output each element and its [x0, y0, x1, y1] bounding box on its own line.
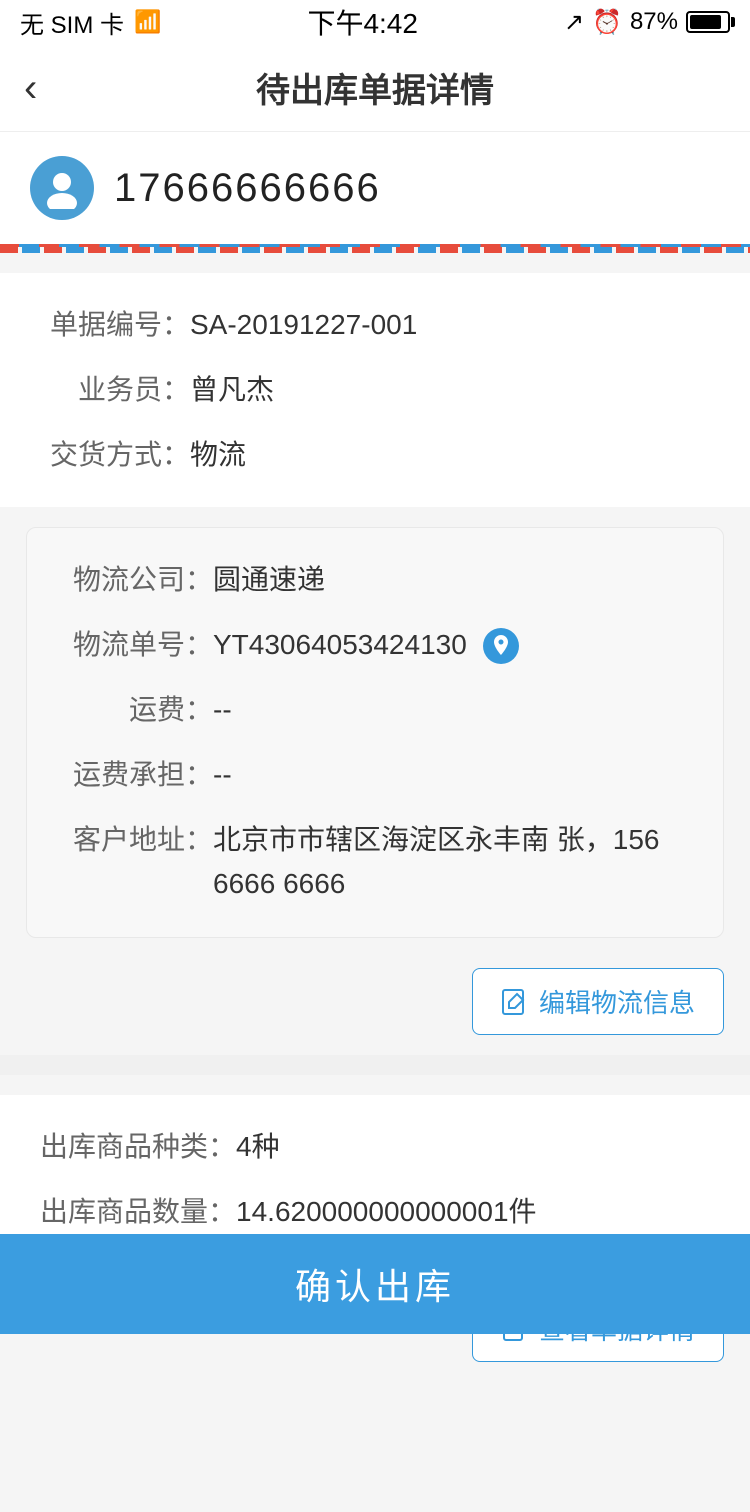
status-carrier: 无 SIM 卡 📶 [20, 5, 161, 40]
battery-icon [686, 11, 730, 33]
confirm-button[interactable]: 确认出库 [0, 1234, 750, 1334]
section-divider [0, 1055, 750, 1075]
address-label: 客户地址： [63, 818, 213, 863]
goods-quantity-value: 14.620000000000001件 [236, 1190, 710, 1235]
avatar [30, 156, 94, 220]
address-value: 北京市市辖区海淀区永丰南 张，156 6666 6666 [213, 818, 687, 908]
document-no-value: SA-20191227-001 [190, 303, 710, 348]
edit-icon [501, 988, 529, 1016]
salesperson-label: 业务员： [40, 368, 190, 413]
back-button[interactable]: ‹ [24, 68, 37, 108]
logistics-company-row: 物流公司： 圆通速递 [63, 558, 687, 603]
nav-bar: ‹ 待出库单据详情 [0, 44, 750, 132]
goods-types-row: 出库商品种类： 4种 [40, 1125, 710, 1170]
document-no-row: 单据编号： SA-20191227-001 [40, 303, 710, 348]
address-row: 客户地址： 北京市市辖区海淀区永丰南 张，156 6666 6666 [63, 818, 687, 908]
tracking-no-row: 物流单号： YT43064053424130 [63, 623, 687, 668]
logistics-section: 物流公司： 圆通速递 物流单号： YT43064053424130 运费： --… [26, 527, 724, 938]
tracking-no-label: 物流单号： [63, 623, 213, 668]
battery-percent: 87% [630, 8, 678, 36]
dashed-separator [0, 247, 750, 253]
delivery-method-row: 交货方式： 物流 [40, 433, 710, 478]
freight-bearer-label: 运费承担： [63, 753, 213, 798]
wifi-icon: 📶 [134, 9, 161, 35]
delivery-method-label: 交货方式： [40, 433, 190, 478]
customer-phone: 17666666666 [114, 166, 381, 211]
customer-header: 17666666666 [0, 132, 750, 247]
tracking-no-value: YT43064053424130 [213, 623, 687, 668]
alarm-icon: ⏰ [592, 8, 622, 37]
freight-bearer-row: 运费承担： -- [63, 753, 687, 798]
goods-quantity-row: 出库商品数量： 14.620000000000001件 [40, 1190, 710, 1235]
freight-value: -- [213, 688, 687, 733]
status-time: 下午4:42 [307, 2, 418, 42]
goods-types-label: 出库商品种类： [40, 1125, 236, 1170]
status-right: ↗ ⏰ 87% [564, 8, 730, 37]
freight-row: 运费： -- [63, 688, 687, 733]
logistics-company-label: 物流公司： [63, 558, 213, 603]
freight-label: 运费： [63, 688, 213, 733]
basic-info-section: 单据编号： SA-20191227-001 业务员： 曾凡杰 交货方式： 物流 [0, 273, 750, 507]
freight-bearer-value: -- [213, 753, 687, 798]
location-icon: ↗ [564, 8, 584, 37]
goods-quantity-label: 出库商品数量： [40, 1190, 236, 1235]
edit-logistics-button[interactable]: 编辑物流信息 [472, 968, 724, 1035]
edit-logistics-row: 编辑物流信息 [0, 958, 750, 1055]
avatar-icon [41, 167, 83, 209]
location-track-icon[interactable] [483, 628, 519, 664]
delivery-method-value: 物流 [190, 433, 710, 478]
salesperson-value: 曾凡杰 [190, 368, 710, 413]
document-no-label: 单据编号： [40, 303, 190, 348]
page-title: 待出库单据详情 [256, 63, 494, 112]
logistics-company-value: 圆通速递 [213, 558, 687, 603]
goods-types-value: 4种 [236, 1125, 710, 1170]
salesperson-row: 业务员： 曾凡杰 [40, 368, 710, 413]
status-bar: 无 SIM 卡 📶 下午4:42 ↗ ⏰ 87% [0, 0, 750, 44]
